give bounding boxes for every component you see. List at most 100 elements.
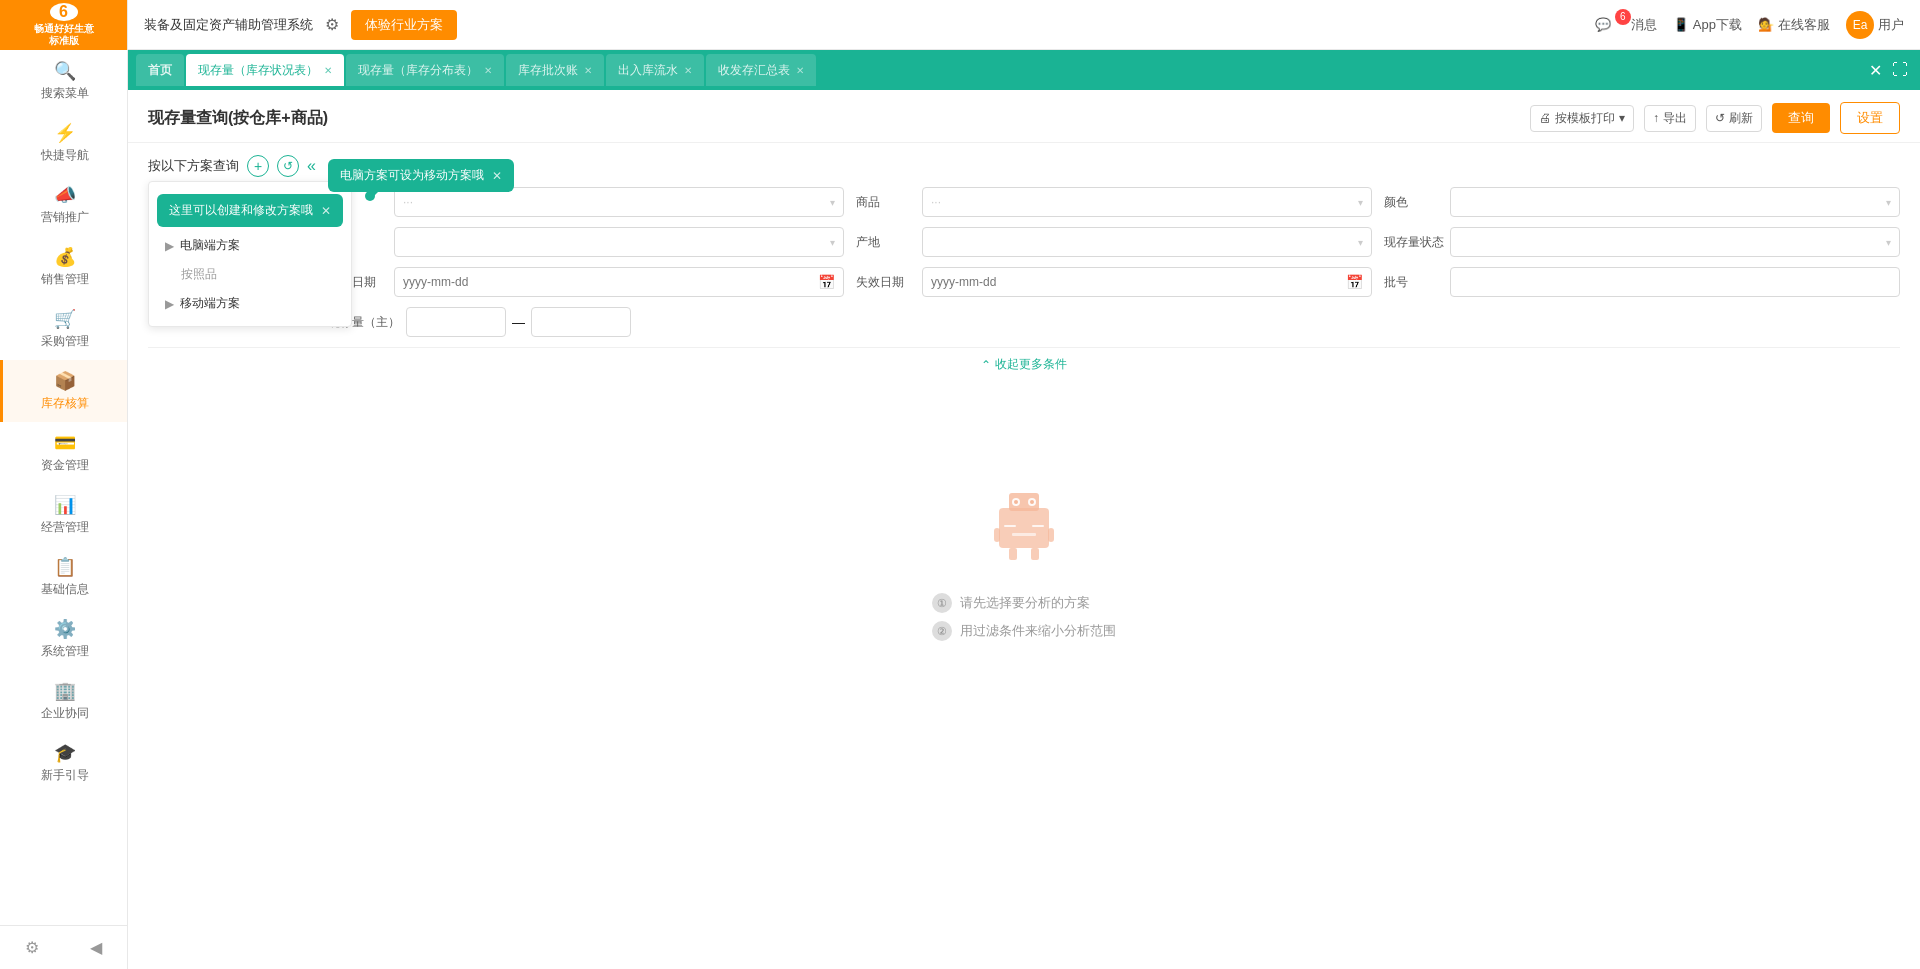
stock-qty-max-input[interactable] [531, 307, 631, 337]
empty-step-1: ① 请先选择要分析的方案 [932, 593, 1116, 613]
tab-inventory-dist[interactable]: 现存量（库存分布表） ✕ [346, 54, 504, 86]
filter-row-2: 尺码 ▾ 产地 ▾ 现存量状态 [328, 227, 1900, 257]
sidebar-item-label: 新手引导 [41, 767, 89, 784]
tooltip-pc-close[interactable]: ✕ [492, 169, 502, 183]
industry-btn[interactable]: 体验行业方案 [351, 10, 457, 40]
tab-inout-flow-close[interactable]: ✕ [684, 65, 692, 76]
produce-date-input[interactable]: 📅 [394, 267, 844, 297]
support-icon: 💁 [1758, 17, 1774, 32]
produce-date-field[interactable] [403, 275, 818, 289]
sidebar-item-search[interactable]: 🔍 搜索菜单 [0, 50, 127, 112]
sidebar-item-inventory[interactable]: 📦 库存核算 [0, 360, 127, 422]
app-download-item[interactable]: 📱 App下载 [1673, 16, 1742, 34]
stock-status-select[interactable]: ▾ [1450, 227, 1900, 257]
scheme-item-mobile[interactable]: ▶ 移动端方案 [149, 289, 351, 318]
tab-home[interactable]: 首页 [136, 54, 184, 86]
size-select[interactable]: ▾ [394, 227, 844, 257]
sidebar-item-finance[interactable]: 💳 资金管理 [0, 422, 127, 484]
sidebar-bottom: ⚙ ◀ [0, 925, 127, 969]
print-btn[interactable]: 🖨 按模板打印 ▾ [1530, 105, 1634, 132]
tooltip-pc-scheme: 电脑方案可设为移动方案哦 ✕ [328, 159, 514, 192]
tab-batch-account-close[interactable]: ✕ [584, 65, 592, 76]
step-2-num: ② [932, 621, 952, 641]
tab-inout-flow[interactable]: 出入库流水 ✕ [606, 54, 704, 86]
origin-select[interactable]: ▾ [922, 227, 1372, 257]
sidebar-item-guide[interactable]: 🎓 新手引导 [0, 732, 127, 794]
basicinfo-icon: 📋 [54, 556, 76, 578]
expire-date-field[interactable] [931, 275, 1346, 289]
batch-no-input[interactable] [1450, 267, 1900, 297]
scheme-mobile-arrow-icon: ▶ [165, 297, 174, 311]
tab-inout-flow-label: 出入库流水 [618, 62, 678, 79]
set-btn[interactable]: 设置 [1840, 102, 1900, 134]
filter-add-btn[interactable]: + [247, 155, 269, 177]
scheme-sub-label: 按照品 [181, 266, 217, 283]
scheme-item-pc[interactable]: ▶ 电脑端方案 [149, 231, 351, 260]
tooltip-scheme-close[interactable]: ✕ [321, 204, 331, 218]
sidebar-item-quicknav[interactable]: ⚡ 快捷导航 [0, 112, 127, 174]
filter-size: 尺码 ▾ [328, 227, 844, 257]
app-label: App下载 [1693, 16, 1742, 34]
sidebar-item-purchase[interactable]: 🛒 采购管理 [0, 298, 127, 360]
user-item[interactable]: Ea 用户 [1846, 11, 1904, 39]
refresh-label: 刷新 [1729, 110, 1753, 127]
export-icon: ↑ [1653, 111, 1659, 125]
sidebar-settings-btn[interactable]: ⚙ [21, 934, 43, 961]
topbar-settings-icon[interactable]: ⚙ [325, 15, 339, 34]
sidebar-item-operations[interactable]: 📊 经营管理 [0, 484, 127, 546]
color-chevron: ▾ [1886, 197, 1891, 208]
message-item[interactable]: 💬 6 消息 [1595, 16, 1657, 34]
tab-inventory-status-close[interactable]: ✕ [324, 65, 332, 76]
logo-text: 畅通好好生意 标准版 [34, 23, 94, 47]
search-btn[interactable]: 查询 [1772, 103, 1830, 133]
sidebar-collapse-btn[interactable]: ◀ [86, 934, 106, 961]
topbar: 装备及固定资产辅助管理系统 ⚙ 体验行业方案 💬 6 消息 📱 App下载 💁 … [128, 0, 1920, 50]
sidebar-item-marketing[interactable]: 📣 营销推广 [0, 174, 127, 236]
filter-stock-status: 现存量状态 ▾ [1384, 227, 1900, 257]
color-select[interactable]: ▾ [1450, 187, 1900, 217]
stock-qty-separator: — [512, 315, 525, 330]
sidebar-item-sales[interactable]: 💰 销售管理 [0, 236, 127, 298]
goods-select[interactable]: ··· ▾ [922, 187, 1372, 217]
tabbar-expand-btn[interactable]: ⛶ [1888, 57, 1912, 83]
sidebar-item-enterprise[interactable]: 🏢 企业协同 [0, 670, 127, 732]
export-label: 导出 [1663, 110, 1687, 127]
sidebar-item-label: 基础信息 [41, 581, 89, 598]
tab-batch-account[interactable]: 库存批次账 ✕ [506, 54, 604, 86]
expire-date-cal-icon[interactable]: 📅 [1346, 274, 1363, 290]
svg-rect-8 [1012, 533, 1036, 536]
tab-inventory-dist-close[interactable]: ✕ [484, 65, 492, 76]
support-label: 在线客服 [1778, 16, 1830, 34]
stock-qty-min-input[interactable] [406, 307, 506, 337]
support-item[interactable]: 💁 在线客服 [1758, 16, 1830, 34]
produce-date-cal-icon[interactable]: 📅 [818, 274, 835, 290]
export-btn[interactable]: ↑ 导出 [1644, 105, 1696, 132]
user-label: 用户 [1878, 16, 1904, 34]
tab-collect-summary-close[interactable]: ✕ [796, 65, 804, 76]
size-chevron: ▾ [830, 237, 835, 248]
warehouse-chevron: ▾ [830, 197, 835, 208]
sidebar: 6 畅通好好生意 标准版 🔍 搜索菜单 ⚡ 快捷导航 📣 营销推广 💰 销售管理… [0, 0, 128, 969]
svg-rect-12 [1031, 548, 1039, 560]
sidebar-item-basicinfo[interactable]: 📋 基础信息 [0, 546, 127, 608]
collapse-btn[interactable]: ⌃ 收起更多条件 [148, 347, 1900, 381]
tab-collect-summary[interactable]: 收发存汇总表 ✕ [706, 54, 816, 86]
expire-date-input[interactable]: 📅 [922, 267, 1372, 297]
sidebar-item-system[interactable]: ⚙️ 系统管理 [0, 608, 127, 670]
tab-collect-summary-label: 收发存汇总表 [718, 62, 790, 79]
tab-inventory-status[interactable]: 现存量（库存状况表） ✕ [186, 54, 344, 86]
print-icon: 🖨 [1539, 111, 1551, 125]
svg-rect-11 [1009, 548, 1017, 560]
svg-rect-7 [1032, 525, 1044, 527]
filter-arrow-btn[interactable]: « [307, 157, 316, 175]
sidebar-logo: 6 畅通好好生意 标准版 [0, 0, 127, 50]
sidebar-item-label: 库存核算 [41, 395, 89, 412]
sales-icon: 💰 [54, 246, 76, 268]
scheme-sub-item[interactable]: 按照品 [149, 260, 351, 289]
tabbar-close-btn[interactable]: ✕ [1865, 57, 1886, 84]
refresh-btn[interactable]: ↺ 刷新 [1706, 105, 1762, 132]
collapse-chevron-icon: ⌃ [981, 358, 991, 372]
filter-refresh-btn[interactable]: ↺ [277, 155, 299, 177]
filter-expire-date-label: 失效日期 [856, 274, 916, 291]
tab-inventory-dist-label: 现存量（库存分布表） [358, 62, 478, 79]
